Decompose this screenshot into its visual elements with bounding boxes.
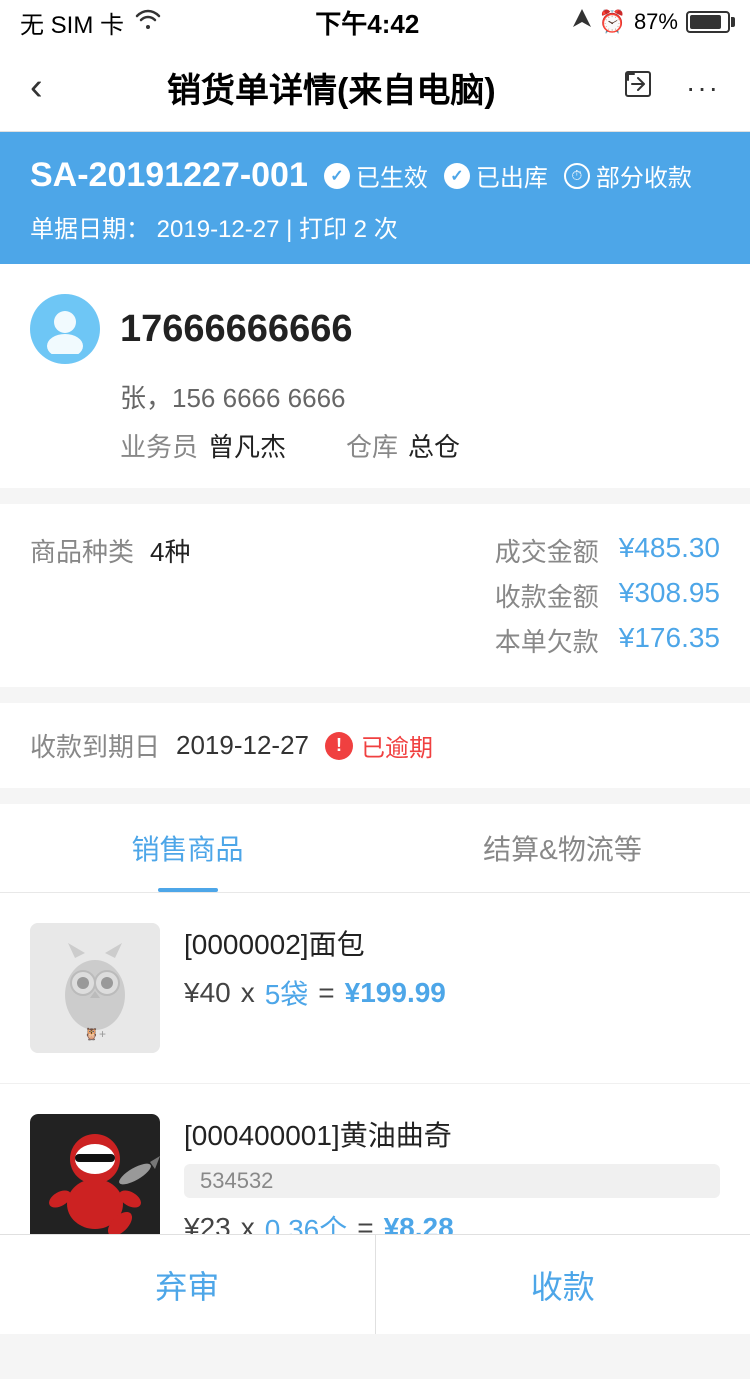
badge-partial-payment: ⏱ 部分收款 [564,158,692,193]
product-tabs: 销售商品 结算&物流等 [0,804,750,893]
product-price-bread: ¥40 x 5袋 = ¥199.99 [184,973,720,1013]
share-icon[interactable] [620,66,656,109]
gps-icon [573,9,591,35]
status-bar-left: 无 SIM 卡 [20,5,162,40]
product-item: 🦉+ [0000002]面包 ¥40 x 5袋 = ¥199.99 [0,893,750,1084]
status-bar: 无 SIM 卡 下午4:42 ⏰ 87% [0,0,750,44]
customer-id: 17666666666 [120,308,352,351]
wifi-icon [134,8,162,36]
tab-sales-products[interactable]: 销售商品 [0,804,375,892]
customer-section: 17666666666 张，156 6666 6666 业务员 曾凡杰 仓库 总… [0,264,750,488]
nav-actions: ··· [620,66,720,109]
more-button[interactable]: ··· [686,72,720,104]
page-title: 销货单详情(来自电脑) [167,63,496,112]
badge-shipped: ✓ 已出库 [444,158,548,193]
nav-bar: ‹ 销货单详情(来自电脑) ··· [0,44,750,132]
warehouse: 仓库 总仓 [346,427,460,464]
customer-avatar [30,294,100,364]
order-date-info: 单据日期： 2019-12-27 | 打印 2 次 [30,209,720,244]
bottom-bar: 弃审 收款 [0,1234,750,1334]
customer-name-phone: 张，156 6666 6666 [30,378,720,415]
customer-meta: 业务员 曾凡杰 仓库 总仓 [30,427,720,464]
battery-percentage: 87% [634,9,678,35]
summary-left: 商品种类 4种 [30,532,190,569]
order-id: SA-20191227-001 [30,156,308,195]
product-sku: 534532 [184,1164,720,1198]
products-section: 🦉+ [0000002]面包 ¥40 x 5袋 = ¥199.99 [0,893,750,1279]
due-date-section: 收款到期日 2019-12-27 ! 已逾期 [0,703,750,788]
tab-settlement-logistics[interactable]: 结算&物流等 [375,804,750,892]
order-badges: ✓ 已生效 ✓ 已出库 ⏱ 部分收款 [324,158,692,193]
product-image-bread: 🦉+ [30,923,160,1053]
summary-section: 商品种类 4种 成交金额 ¥485.30 收款金额 ¥308.95 本单欠款 ¥… [0,504,750,687]
summary-right: 成交金额 ¥485.30 收款金额 ¥308.95 本单欠款 ¥176.35 [495,532,720,659]
battery-icon [686,9,730,35]
product-info-bread: [0000002]面包 ¥40 x 5袋 = ¥199.99 [184,923,720,1013]
sales-person: 业务员 曾凡杰 [120,427,286,464]
payment-button[interactable]: 收款 [376,1235,750,1334]
header-banner: SA-20191227-001 ✓ 已生效 ✓ 已出库 ⏱ 部分收款 单据日期：… [0,132,750,264]
svg-text:🦉+: 🦉+ [84,1027,106,1041]
overdue-badge: ! 已逾期 [325,728,433,763]
carrier-label: 无 SIM 卡 [20,5,124,40]
status-bar-time: 下午4:42 [315,4,419,41]
badge-effective: ✓ 已生效 [324,158,428,193]
alarm-icon: ⏰ [599,9,626,35]
status-bar-right: ⏰ 87% [573,9,730,35]
product-image-cookie [30,1114,160,1244]
cancel-review-button[interactable]: 弃审 [0,1235,376,1334]
back-button[interactable]: ‹ [30,66,43,109]
overdue-icon: ! [325,732,353,760]
product-info-cookie: [000400001]黄油曲奇 534532 ¥23 x 0.36个 = ¥8.… [184,1114,720,1248]
